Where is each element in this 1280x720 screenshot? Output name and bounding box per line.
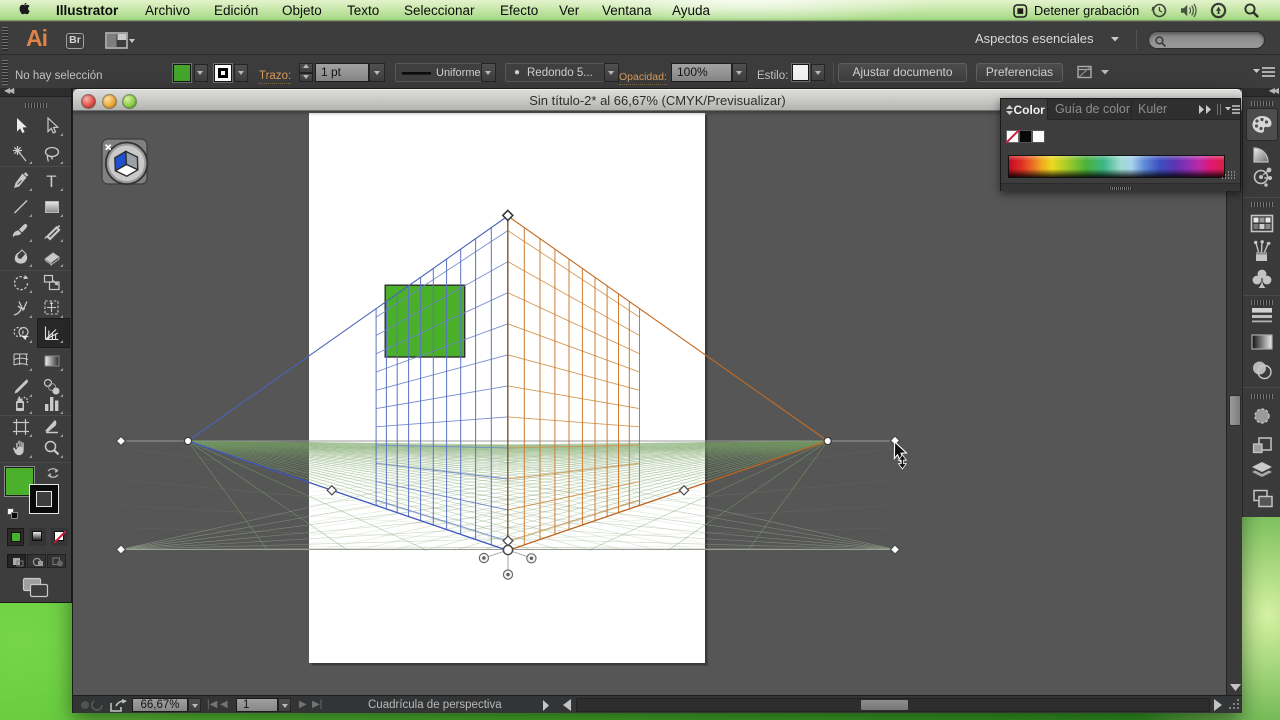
svg-text:T: T — [46, 172, 56, 190]
